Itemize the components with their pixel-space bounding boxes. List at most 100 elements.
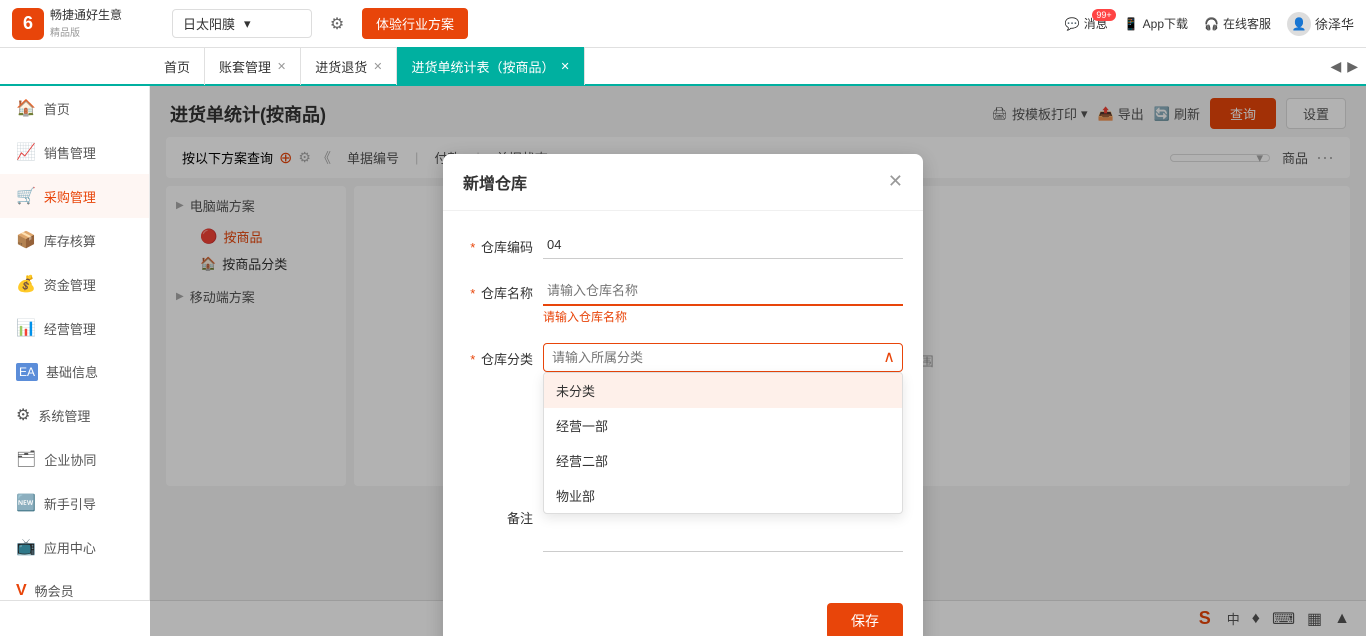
sidebar-item-guide-label: 新手引导: [44, 494, 96, 513]
warehouse-code-input[interactable]: [543, 231, 903, 259]
sidebar-item-finance[interactable]: 💰 资金管理: [0, 262, 149, 306]
warehouse-category-label: * 仓库分类: [463, 343, 543, 368]
sidebar-item-enterprise-label: 企业协同: [44, 450, 96, 469]
sidebar-item-finance-label: 资金管理: [44, 275, 96, 294]
store-name: 日太阳膜: [183, 14, 240, 33]
content-area: 进货单统计(按商品) 🖨 按模板打印 ▾ 📤 导出 🔄 刷新 查询 设置: [150, 86, 1366, 636]
sidebar-item-home-label: 首页: [44, 99, 70, 118]
sidebar-item-system[interactable]: ⚙ 系统管理: [0, 393, 149, 437]
tab-home-label: 首页: [164, 57, 190, 76]
avatar: 👤: [1287, 12, 1311, 36]
sidebar-item-sales[interactable]: 📈 销售管理: [0, 130, 149, 174]
sidebar-item-purchase[interactable]: 🛒 采购管理: [0, 174, 149, 218]
sidebar-item-operations-label: 经营管理: [44, 319, 96, 338]
dialog-header: 新增仓库 ✕: [443, 154, 923, 211]
dialog-new-warehouse: 新增仓库 ✕ * 仓库编码: [443, 154, 923, 636]
guide-icon: 🆕: [16, 493, 36, 513]
system-icon: ⚙: [16, 405, 30, 425]
remark-label: 备注: [463, 502, 543, 527]
sidebar: 🏠 首页 📈 销售管理 🛒 采购管理 📦 库存核算 💰 资金管理 📊 经营管理 …: [0, 86, 150, 636]
nav-tabs: 首页 账套管理 ✕ 进货退货 ✕ 进货单统计表（按商品） ✕ ◀ ▶: [0, 48, 1366, 86]
enterprise-icon: 🗂: [16, 449, 36, 469]
sidebar-item-guide[interactable]: 🆕 新手引导: [0, 481, 149, 525]
message-icon: 💬: [1065, 17, 1080, 31]
sidebar-item-apps-label: 应用中心: [44, 538, 96, 557]
chevron-down-icon: ▾: [244, 16, 301, 32]
category-option-property[interactable]: 物业部: [544, 478, 902, 513]
phone-icon: 📱: [1124, 17, 1139, 31]
username: 徐泽华: [1315, 14, 1354, 33]
home-icon: 🏠: [16, 98, 36, 118]
form-row-category: * 仓库分类 ∧ 未分类 经营一部 经营二部 物业部: [463, 343, 903, 372]
tab-accounts[interactable]: 账套管理 ✕: [205, 47, 301, 85]
messages-badge: 99+: [1092, 9, 1115, 21]
messages-button[interactable]: 💬 消息 99+: [1065, 15, 1108, 32]
logo-area: 6 畅捷通好生意 精品版: [12, 8, 162, 40]
warehouse-name-field: 请输入仓库名称: [543, 277, 903, 325]
warehouse-name-label: * 仓库名称: [463, 277, 543, 302]
warehouse-category-input[interactable]: [543, 343, 903, 372]
brand-name: 畅捷通好生意: [50, 8, 122, 24]
app-download-button[interactable]: 📱 App下载: [1124, 15, 1188, 32]
main-layout: 🏠 首页 📈 销售管理 🛒 采购管理 📦 库存核算 💰 资金管理 📊 经营管理 …: [0, 86, 1366, 636]
header-right: 💬 消息 99+ 📱 App下载 🎧 在线客服 👤 徐泽华: [1065, 12, 1354, 36]
warehouse-name-error: 请输入仓库名称: [543, 308, 903, 325]
sidebar-item-home[interactable]: 🏠 首页: [0, 86, 149, 130]
category-option-unclassified[interactable]: 未分类: [544, 373, 902, 408]
tab-purchase-stats-close[interactable]: ✕: [561, 60, 570, 73]
store-selector[interactable]: 日太阳膜 ▾: [172, 9, 312, 38]
tab-accounts-label: 账套管理: [219, 57, 271, 76]
tab-purchase-return-label: 进货退货: [315, 57, 367, 76]
tab-next-icon[interactable]: ▶: [1347, 58, 1358, 75]
form-row-code: * 仓库编码: [463, 231, 903, 259]
purchase-icon: 🛒: [16, 186, 36, 206]
headset-icon: 🎧: [1204, 17, 1219, 31]
apps-icon: 📺: [16, 537, 36, 557]
sidebar-item-enterprise[interactable]: 🗂 企业协同: [0, 437, 149, 481]
dialog-title: 新增仓库: [463, 170, 527, 194]
operations-icon: 📊: [16, 318, 36, 338]
warehouse-name-input[interactable]: [543, 277, 903, 306]
sales-icon: 📈: [16, 142, 36, 162]
tab-home[interactable]: 首页: [150, 47, 205, 85]
base-info-icon: EA: [16, 363, 38, 381]
online-service-button[interactable]: 🎧 在线客服: [1204, 15, 1271, 32]
save-button[interactable]: 保存: [827, 603, 903, 636]
tab-accounts-close[interactable]: ✕: [277, 60, 286, 73]
sidebar-item-base-info[interactable]: EA 基础信息: [0, 350, 149, 393]
tab-purchase-stats-label: 进货单统计表（按商品）: [411, 57, 554, 76]
category-dropdown: 未分类 经营一部 经营二部 物业部: [543, 372, 903, 514]
sidebar-item-inventory-label: 库存核算: [44, 231, 96, 250]
dialog-footer: 保存: [443, 593, 923, 636]
dialog-close-icon[interactable]: ✕: [888, 171, 903, 192]
app-logo: 6: [12, 8, 44, 40]
dialog-body: * 仓库编码 * 仓库名称: [443, 211, 923, 593]
tab-controls: ◀ ▶: [1330, 58, 1366, 75]
modal-overlay: 新增仓库 ✕ * 仓库编码: [150, 86, 1366, 636]
trial-button[interactable]: 体验行业方案: [362, 8, 468, 39]
tab-purchase-return-close[interactable]: ✕: [373, 60, 382, 73]
sidebar-item-member-label: 畅会员: [35, 581, 74, 600]
tab-purchase-return[interactable]: 进货退货 ✕: [301, 47, 397, 85]
brand-sub: 精品版: [50, 24, 122, 39]
settings-icon[interactable]: ⚙: [322, 9, 352, 39]
sidebar-item-inventory[interactable]: 📦 库存核算: [0, 218, 149, 262]
category-option-dept2[interactable]: 经营二部: [544, 443, 902, 478]
warehouse-code-field: [543, 231, 903, 259]
inventory-icon: 📦: [16, 230, 36, 250]
tab-prev-icon[interactable]: ◀: [1330, 58, 1341, 75]
sidebar-item-system-label: 系统管理: [38, 406, 90, 425]
finance-icon: 💰: [16, 274, 36, 294]
user-profile-button[interactable]: 👤 徐泽华: [1287, 12, 1354, 36]
member-icon: V: [16, 582, 27, 600]
sidebar-item-sales-label: 销售管理: [44, 143, 96, 162]
sidebar-item-apps[interactable]: 📺 应用中心: [0, 525, 149, 569]
sidebar-item-purchase-label: 采购管理: [44, 187, 96, 206]
form-row-name: * 仓库名称 请输入仓库名称: [463, 277, 903, 325]
sidebar-item-base-info-label: 基础信息: [46, 362, 98, 381]
warehouse-category-field: ∧ 未分类 经营一部 经营二部 物业部: [543, 343, 903, 372]
tab-purchase-stats[interactable]: 进货单统计表（按商品） ✕: [397, 47, 584, 85]
sidebar-item-operations[interactable]: 📊 经营管理: [0, 306, 149, 350]
top-header: 6 畅捷通好生意 精品版 日太阳膜 ▾ ⚙ 体验行业方案 💬 消息 99+ 📱 …: [0, 0, 1366, 48]
category-option-dept1[interactable]: 经营一部: [544, 408, 902, 443]
